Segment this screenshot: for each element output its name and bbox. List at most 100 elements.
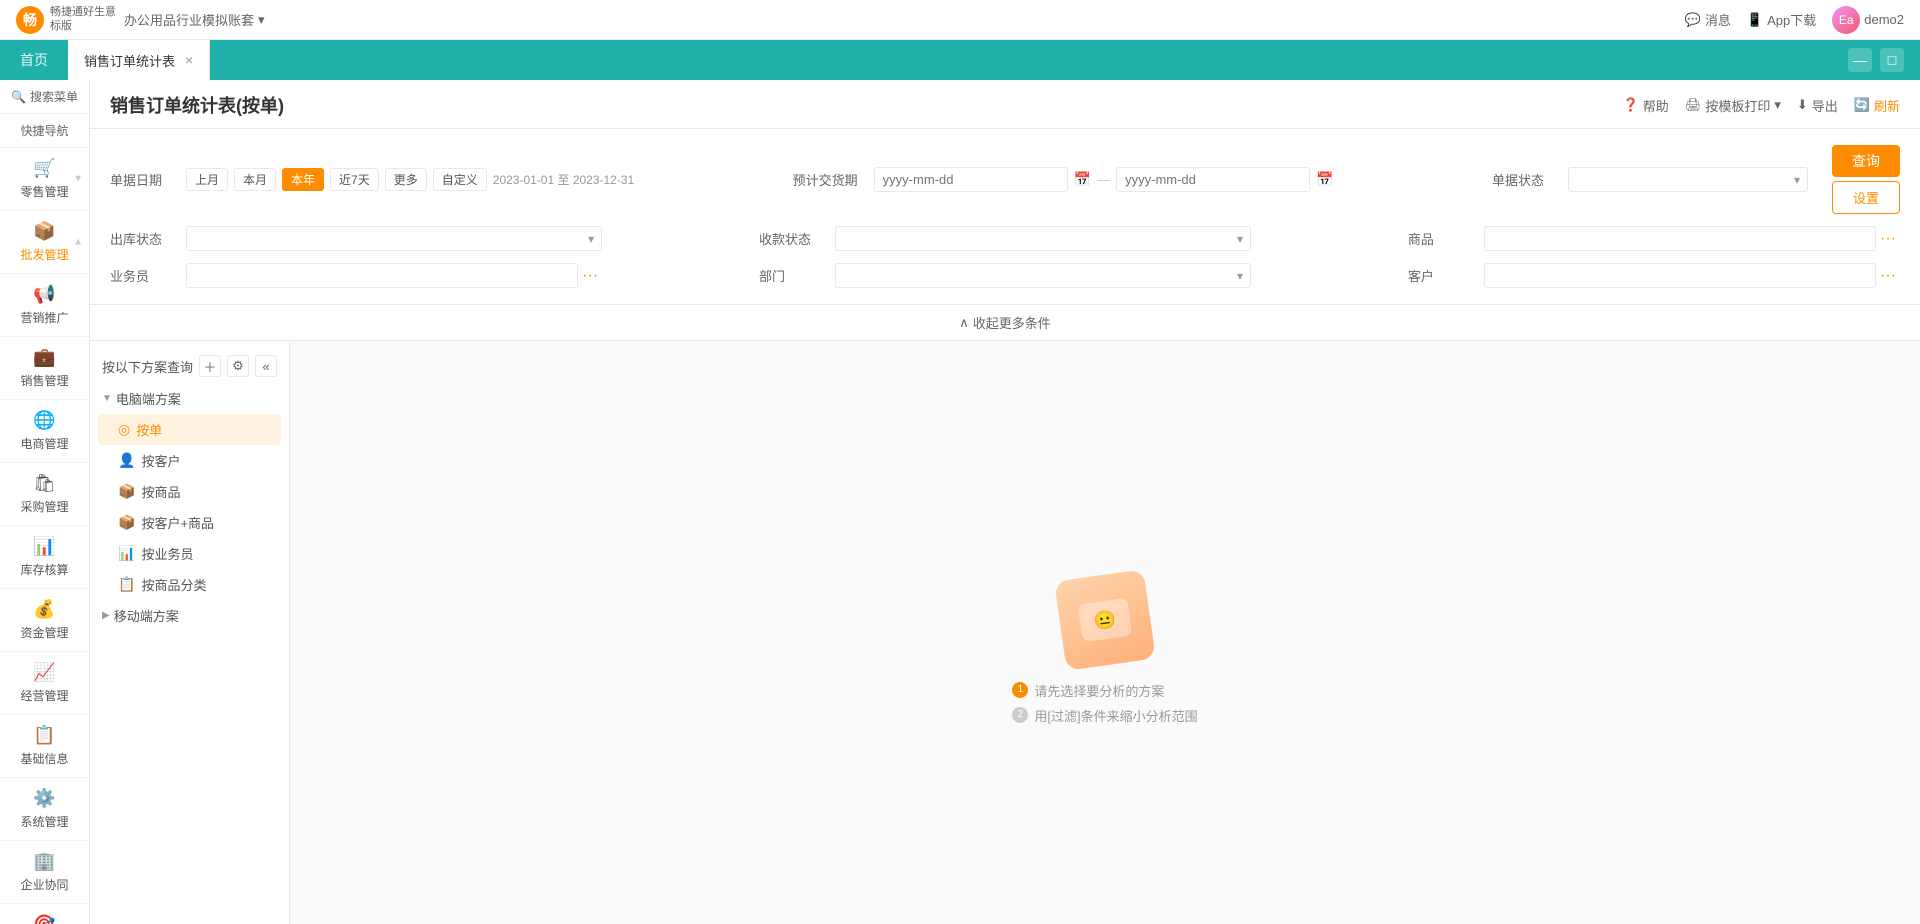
lp-item-by-category[interactable]: 📋 按商品分类 <box>98 569 281 600</box>
date-separator: — <box>1097 172 1110 187</box>
lp-add-button[interactable]: ＋ <box>199 355 221 377</box>
sidebar-item-finance[interactable]: 💰 资金管理 <box>0 589 89 652</box>
this-year-btn[interactable]: 本年 <box>282 168 324 191</box>
sidebar-item-newbie[interactable]: 🎯 新手引导 <box>0 904 89 924</box>
delivery-date-start[interactable] <box>874 167 1068 192</box>
lp-title: 按以下方案查询 <box>102 357 193 376</box>
sidebar-quicknav[interactable]: 快捷导航 <box>0 114 89 148</box>
collapse-bar[interactable]: ∧ 收起更多条件 <box>90 305 1920 341</box>
purchase-icon: 🛍 <box>33 473 56 494</box>
7days-btn[interactable]: 近7天 <box>330 168 379 191</box>
last-month-btn[interactable]: 上月 <box>186 168 228 191</box>
tab-home[interactable]: 首页 <box>0 40 68 80</box>
lp-item-by-goods[interactable]: 📦 按商品 <box>98 476 281 507</box>
window-maximize-button[interactable]: □ <box>1880 48 1904 72</box>
lp-item-by-customer[interactable]: 👤 按客户 <box>98 445 281 476</box>
page-title-row: 销售订单统计表(按单) ❓ 帮助 🖨 按模板打印 ▾ ⬇ 导出 <box>110 92 1900 118</box>
lp-item-by-order[interactable]: ◎ 按单 <box>98 414 281 445</box>
empty-hints: 1 请先选择要分析的方案 2 用[过滤]条件来缩小分析范围 <box>1012 681 1197 731</box>
empty-face: 😐 <box>1078 597 1133 642</box>
tab-close-button[interactable]: × <box>185 52 193 68</box>
sidebar-item-system[interactable]: ⚙️ 系统管理 <box>0 778 89 841</box>
message-button[interactable]: 💬 消息 <box>1685 10 1731 29</box>
filter-row-2: 出库状态 收款状态 商品 ··· <box>110 226 1900 251</box>
status-select[interactable] <box>1568 167 1808 192</box>
goods-more-button[interactable]: ··· <box>1876 230 1900 248</box>
collapse-icon: ∧ <box>959 315 969 331</box>
empty-box: 😐 <box>1054 569 1156 671</box>
tab-bar-actions: — □ <box>1848 48 1920 72</box>
breadcrumb-arrow-icon[interactable]: ▾ <box>258 12 265 28</box>
sidebar-label-wholesale: 批发管理 <box>20 246 68 263</box>
lp-icons: ＋ ⚙ « <box>199 355 277 377</box>
sidebar-search[interactable]: 🔍 搜索菜单 <box>0 80 89 114</box>
window-minimize-button[interactable]: — <box>1848 48 1872 72</box>
sidebar-item-inventory[interactable]: 📊 库存核算 <box>0 526 89 589</box>
refresh-button[interactable]: 🔄 刷新 <box>1854 96 1900 115</box>
user-menu[interactable]: Ea demo2 <box>1832 6 1904 34</box>
this-month-btn[interactable]: 本月 <box>234 168 276 191</box>
lp-item-by-customer-goods[interactable]: 📦 按客户+商品 <box>98 507 281 538</box>
customer-more-button[interactable]: ··· <box>1876 267 1900 285</box>
mobile-section-arrow-icon: ▶ <box>102 610 110 621</box>
delivery-status-label: 出库状态 <box>110 229 170 248</box>
sidebar-item-basic[interactable]: 📋 基础信息 <box>0 715 89 778</box>
tab-sales-report[interactable]: 销售订单统计表 × <box>68 40 210 80</box>
delivery-date-label: 预计交货期 <box>793 170 858 189</box>
setting-button[interactable]: 设置 <box>1832 181 1900 214</box>
retail-icon: 🛒 <box>33 158 55 179</box>
sidebar-item-ecommerce[interactable]: 🌐 电商管理 <box>0 400 89 463</box>
sidebar-label-ops: 经营管理 <box>20 687 68 704</box>
refresh-icon: 🔄 <box>1854 97 1870 113</box>
custom-btn[interactable]: 自定义 <box>433 168 487 191</box>
lp-header: 按以下方案查询 ＋ ⚙ « <box>90 349 289 383</box>
app-download-button[interactable]: 📱 App下载 <box>1747 10 1816 29</box>
calendar-start-icon[interactable]: 📅 <box>1074 171 1091 188</box>
sidebar-item-enterprise[interactable]: 🏢 企业协同 <box>0 841 89 904</box>
marketing-icon: 📢 <box>33 284 55 305</box>
goods-input[interactable] <box>1484 226 1876 251</box>
logo-area[interactable]: 畅 畅捷通好生意 标版 <box>16 6 116 34</box>
breadcrumb: 办公用品行业模拟账套 ▾ <box>124 10 265 29</box>
sidebar-item-wholesale[interactable]: 📦 批发管理 ▲ <box>0 211 89 274</box>
print-button[interactable]: 🖨 按模板打印 ▾ <box>1685 96 1781 115</box>
message-icon: 💬 <box>1685 12 1701 28</box>
sidebar-label-ecommerce: 电商管理 <box>20 435 68 452</box>
payment-status-select[interactable] <box>835 226 1251 251</box>
lp-item-label-by-goods: 按商品 <box>141 482 180 501</box>
left-panel: 按以下方案查询 ＋ ⚙ « ▼ 电脑端方案 ◎ 按单 <box>90 341 290 924</box>
pc-section-label: 电脑端方案 <box>116 389 181 408</box>
lp-settings-button[interactable]: ⚙ <box>227 355 249 377</box>
sidebar-item-ops[interactable]: 📈 经营管理 <box>0 652 89 715</box>
lp-pc-section-header[interactable]: ▼ 电脑端方案 <box>98 383 281 414</box>
export-button[interactable]: ⬇ 导出 <box>1797 96 1838 115</box>
by-goods-icon: 📦 <box>118 483 135 500</box>
finance-icon: 💰 <box>33 599 55 620</box>
department-select[interactable] <box>835 263 1251 288</box>
lp-mobile-section: ▶ 移动端方案 <box>90 600 289 631</box>
ops-icon: 📈 <box>33 662 55 683</box>
sidebar-item-sales[interactable]: 💼 销售管理 <box>0 337 89 400</box>
enterprise-icon: 🏢 <box>33 851 55 872</box>
lp-item-by-salesperson[interactable]: 📊 按业务员 <box>98 538 281 569</box>
sidebar-item-purchase[interactable]: 🛍 采购管理 <box>0 463 89 526</box>
sidebar-item-retail[interactable]: 🛒 零售管理 ▼ <box>0 148 89 211</box>
sidebar-label-enterprise: 企业协同 <box>20 876 68 893</box>
sidebar: 🔍 搜索菜单 快捷导航 🛒 零售管理 ▼ 📦 批发管理 ▲ 📢 营销推广 💼 销… <box>0 80 90 924</box>
sidebar-item-marketing[interactable]: 📢 营销推广 <box>0 274 89 337</box>
salesperson-more-button[interactable]: ··· <box>578 267 602 285</box>
lp-mobile-section-header[interactable]: ▶ 移动端方案 <box>98 600 281 631</box>
empty-hint-2: 2 用[过滤]条件来缩小分析范围 <box>1012 706 1197 725</box>
calendar-end-icon[interactable]: 📅 <box>1316 171 1333 188</box>
more-btn[interactable]: 更多 <box>385 168 427 191</box>
query-button[interactable]: 查询 <box>1832 145 1900 177</box>
delivery-status-select[interactable] <box>186 226 602 251</box>
customer-input[interactable] <box>1484 263 1876 288</box>
status-label: 单据状态 <box>1492 170 1552 189</box>
help-button[interactable]: ❓ 帮助 <box>1623 96 1669 115</box>
lp-collapse-button[interactable]: « <box>255 355 277 377</box>
page-actions: ❓ 帮助 🖨 按模板打印 ▾ ⬇ 导出 🔄 刷新 <box>1623 96 1900 115</box>
salesperson-input[interactable] <box>186 263 578 288</box>
goods-label: 商品 <box>1408 229 1468 248</box>
delivery-date-end[interactable] <box>1116 167 1310 192</box>
